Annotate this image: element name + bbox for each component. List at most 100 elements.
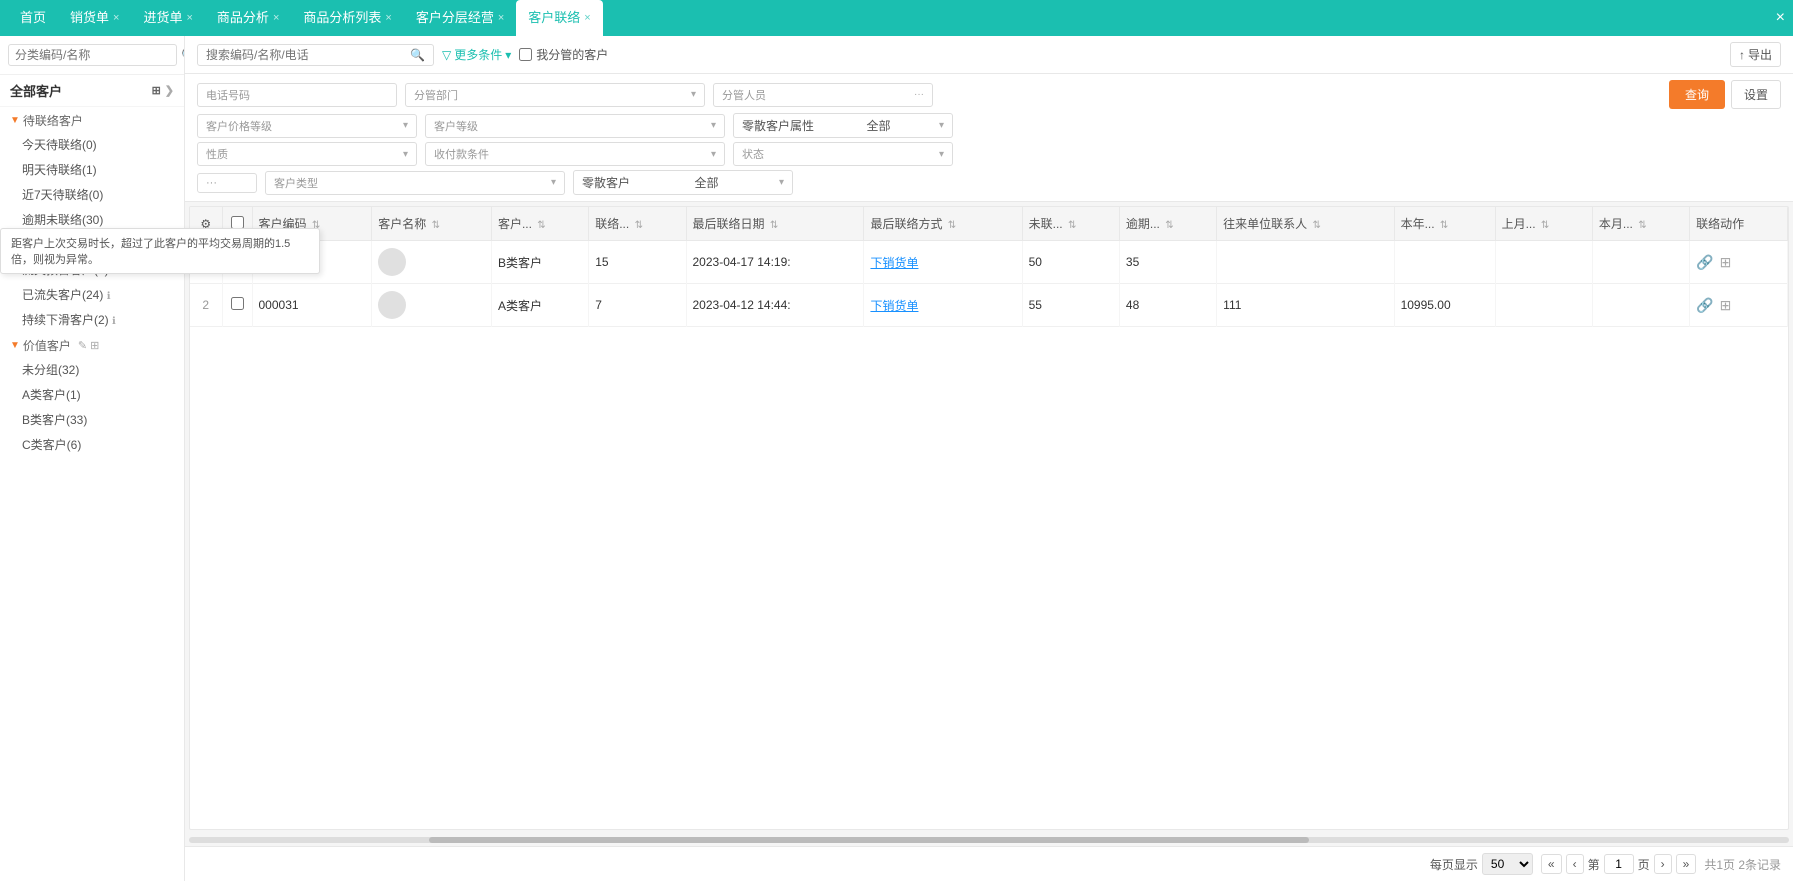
- sidebar-search-input[interactable]: [8, 44, 177, 66]
- nav-product-analysis[interactable]: 商品分析 ×: [205, 0, 291, 36]
- nav-customer-contact-close[interactable]: ×: [584, 0, 590, 36]
- sidebar-item-class-b[interactable]: B类客户(33): [0, 407, 184, 432]
- sidebar-item-class-c[interactable]: C类客户(6): [0, 432, 184, 457]
- my-customers-checkbox[interactable]: [519, 48, 532, 61]
- sort-type[interactable]: ⇅: [537, 220, 545, 231]
- col-customer-name: 客户名称 ⇅: [372, 207, 492, 241]
- scrollbar-thumb[interactable]: [429, 837, 1309, 843]
- sidebar-item-class-a[interactable]: A类客户(1): [0, 382, 184, 407]
- nav-customer-seg-close[interactable]: ×: [498, 0, 504, 36]
- nav-sales-order[interactable]: 销货单 ×: [58, 0, 131, 36]
- last-page-btn[interactable]: »: [1676, 854, 1697, 874]
- data-table-container: ⚙ 客户编码 ⇅ 客户名称 ⇅ 客户... ⇅ 联络... ⇅ 最后联络日期 ⇅…: [189, 206, 1789, 830]
- sidebar-group-pending-contact[interactable]: ▼ 待联络客户: [0, 107, 184, 132]
- nature-arrow: ▾: [403, 149, 408, 160]
- col-last-contact-date: 最后联络日期 ⇅: [686, 207, 864, 241]
- settings-button[interactable]: 设置: [1731, 80, 1781, 109]
- sort-contact[interactable]: ⇅: [635, 220, 643, 231]
- row1-method-link[interactable]: 下销货单: [870, 256, 918, 270]
- nav-product-analysis-close[interactable]: ×: [273, 0, 279, 36]
- status-field[interactable]: 状态 ▾: [733, 142, 953, 166]
- table-body: 1 000039 B类客户 15 2023-04-17 14:19: 下销货单 …: [190, 241, 1788, 327]
- select-all-checkbox[interactable]: [231, 216, 244, 229]
- dots-field[interactable]: ···: [197, 173, 257, 193]
- export-button[interactable]: ↑ 导出: [1730, 42, 1781, 67]
- sort-this-year[interactable]: ⇅: [1440, 220, 1448, 231]
- main-search-input[interactable]: [206, 48, 406, 62]
- nature-field[interactable]: 性质 ▾: [197, 142, 417, 166]
- nav-customer-segmentation[interactable]: 客户分层经营 ×: [404, 0, 516, 36]
- sidebar-item-today[interactable]: 今天待联络(0): [0, 132, 184, 157]
- row1-avatar: [378, 248, 406, 276]
- nav-purchase-close[interactable]: ×: [186, 0, 192, 36]
- person-label: 分管人员: [722, 87, 766, 103]
- col-actions: 联络动作: [1690, 207, 1788, 241]
- nav-home[interactable]: 首页: [8, 0, 58, 36]
- row2-type: A类客户: [491, 284, 588, 327]
- per-page-select[interactable]: 50 100 200: [1482, 853, 1533, 875]
- anomaly-tooltip: 距客户上次交易时长，超过了此客户的平均交易周期的1.5倍，则视为异常。: [0, 228, 320, 274]
- nature-label: 性质: [206, 146, 228, 162]
- row1-last-method: 下销货单: [864, 241, 1022, 284]
- row2-check[interactable]: [222, 284, 252, 327]
- scatter-customer-arrow: ▾: [779, 177, 784, 188]
- sort-overdue[interactable]: ⇅: [1165, 220, 1173, 231]
- sidebar-item-declining[interactable]: 持续下滑客户(2) ℹ: [0, 307, 184, 332]
- sort-unit-contact[interactable]: ⇅: [1313, 220, 1321, 231]
- query-button[interactable]: 查询: [1669, 80, 1725, 109]
- next-page-btn[interactable]: ›: [1654, 854, 1672, 874]
- nav-purchase-order[interactable]: 进货单 ×: [131, 0, 204, 36]
- first-page-btn[interactable]: «: [1541, 854, 1562, 874]
- row2-link-icon[interactable]: 🔗: [1696, 297, 1713, 314]
- prev-page-btn[interactable]: ‹: [1566, 854, 1584, 874]
- department-field[interactable]: 分管部门 ▾: [405, 83, 705, 107]
- collapse-icon[interactable]: ❯: [165, 84, 174, 97]
- sidebar-item-tomorrow[interactable]: 明天待联络(1): [0, 157, 184, 182]
- sidebar-item-unclassified[interactable]: 未分组(32): [0, 357, 184, 382]
- grid-icon[interactable]: ⊞: [152, 84, 161, 97]
- sort-date[interactable]: ⇅: [770, 220, 778, 231]
- row1-last-month: [1495, 241, 1592, 284]
- nav-product-analysis-list[interactable]: 商品分析列表 ×: [291, 0, 403, 36]
- customer-type-field[interactable]: 客户类型 ▾: [265, 171, 565, 195]
- sort-name[interactable]: ⇅: [432, 220, 440, 231]
- horizontal-scrollbar[interactable]: [185, 834, 1793, 846]
- edit-icon[interactable]: ✎: [78, 339, 87, 352]
- scatter-customer-field[interactable]: 零散客户 全部 ▾: [573, 170, 793, 195]
- row1-grid-icon[interactable]: ⊞: [1720, 254, 1732, 271]
- row1-link-icon[interactable]: 🔗: [1696, 254, 1713, 271]
- filter-bar-top: 🔍 ▽ 更多条件 ▾ 我分管的客户 ↑ 导出: [185, 36, 1793, 74]
- sort-uncontacted[interactable]: ⇅: [1068, 220, 1076, 231]
- window-close-button[interactable]: ×: [1776, 9, 1785, 27]
- person-field[interactable]: 分管人员 ···: [713, 83, 933, 107]
- triangle-icon: ▼: [10, 115, 20, 126]
- nav-product-list-close[interactable]: ×: [385, 0, 391, 36]
- sort-method[interactable]: ⇅: [948, 220, 956, 231]
- row2-checkbox[interactable]: [231, 297, 244, 310]
- sort-last-month[interactable]: ⇅: [1541, 220, 1549, 231]
- filter-row-4: ··· 客户类型 ▾ 零散客户 全部 ▾: [197, 170, 1781, 195]
- phone-field[interactable]: 电话号码: [197, 83, 397, 107]
- sidebar-item-7days[interactable]: 近7天待联络(0): [0, 182, 184, 207]
- sort-this-month[interactable]: ⇅: [1638, 220, 1646, 231]
- row2-grid-icon[interactable]: ⊞: [1720, 297, 1732, 314]
- col-this-month: 本月... ⇅: [1592, 207, 1689, 241]
- col-overdue: 逾期... ⇅: [1119, 207, 1216, 241]
- sidebar-item-churned[interactable]: 已流失客户(24) ℹ: [0, 282, 184, 307]
- customer-level-field[interactable]: 客户等级 ▾: [425, 114, 725, 138]
- scatter-attr-field[interactable]: 零散客户属性 全部 ▾: [733, 113, 953, 138]
- price-level-field[interactable]: 客户价格等级 ▾: [197, 114, 417, 138]
- my-customers-label: 我分管的客户: [536, 46, 608, 63]
- page-number-input[interactable]: [1604, 854, 1634, 874]
- payment-label: 收付款条件: [434, 146, 489, 162]
- sidebar-group-value-customers[interactable]: ▼ 价值客户 ✎ ⊞: [0, 332, 184, 357]
- nav-sales-order-close[interactable]: ×: [113, 0, 119, 36]
- row2-method-link[interactable]: 下销货单: [870, 299, 918, 313]
- payment-field[interactable]: 收付款条件 ▾: [425, 142, 725, 166]
- copy-icon[interactable]: ⊞: [90, 339, 99, 352]
- more-conditions-btn[interactable]: ▽ 更多条件 ▾: [442, 46, 511, 63]
- page-label: 第: [1588, 856, 1600, 873]
- price-level-label: 客户价格等级: [206, 118, 272, 134]
- nav-customer-contact[interactable]: 客户联络 ×: [516, 0, 602, 36]
- main-search-icon[interactable]: 🔍: [410, 48, 425, 62]
